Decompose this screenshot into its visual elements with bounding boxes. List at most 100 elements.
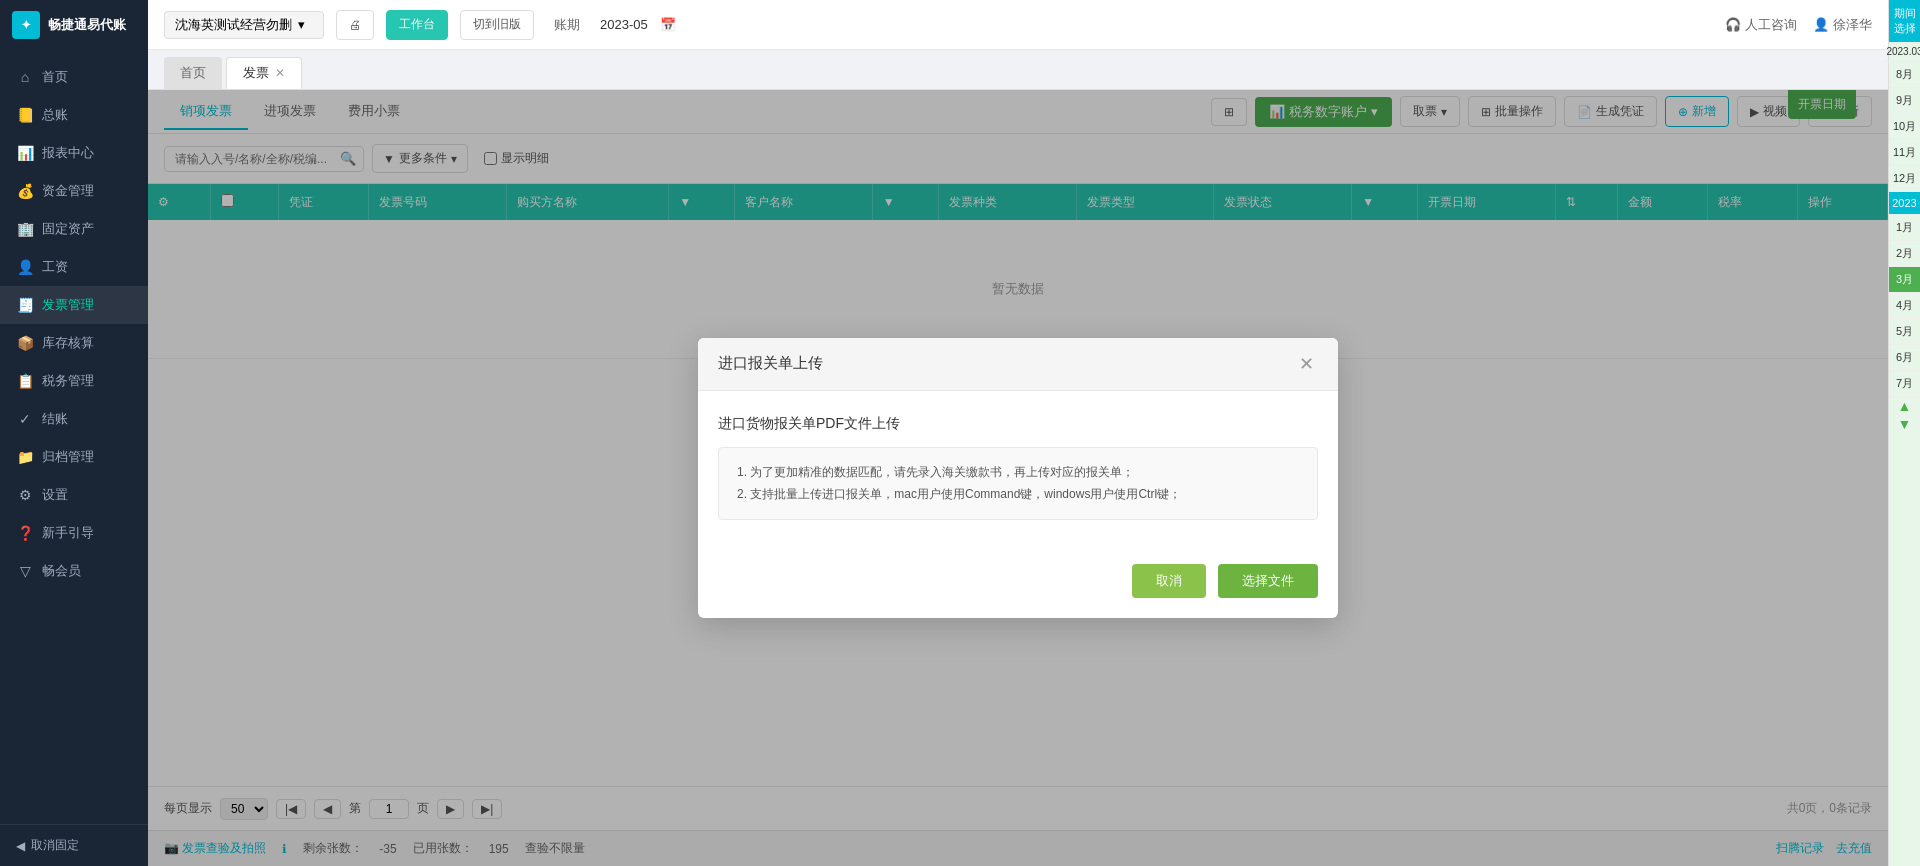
- settings-icon: ⚙: [16, 486, 34, 504]
- sidebar-item-label: 工资: [42, 258, 68, 276]
- period-month-1[interactable]: 9月: [1889, 88, 1920, 114]
- period-month-10[interactable]: 5月: [1889, 319, 1920, 345]
- period-month-3[interactable]: 11月: [1889, 140, 1920, 166]
- reports-icon: 📊: [16, 144, 34, 162]
- sidebar-item-settings[interactable]: ⚙ 设置: [0, 476, 148, 514]
- modal-dialog: 进口报关单上传 ✕ 进口货物报关单PDF文件上传 1. 为了更加精准的数据匹配，…: [698, 338, 1338, 618]
- sidebar-logo: ✦ 畅捷通易代账: [0, 0, 148, 50]
- tabbar: 首页 发票 ✕: [148, 50, 1888, 90]
- ledger-icon: 📒: [16, 106, 34, 124]
- period-selector-label[interactable]: 期间选择: [1889, 0, 1920, 42]
- sidebar-item-label: 畅会员: [42, 562, 81, 580]
- user-profile[interactable]: 👤 徐泽华: [1813, 16, 1872, 34]
- sidebar-item-label: 总账: [42, 106, 68, 124]
- sidebar-item-home[interactable]: ⌂ 首页: [0, 58, 148, 96]
- tab-home[interactable]: 首页: [164, 57, 222, 89]
- modal-info-box: 1. 为了更加精准的数据匹配，请先录入海关缴款书，再上传对应的报关单； 2. 支…: [718, 447, 1318, 520]
- sidebar-item-label: 结账: [42, 410, 68, 428]
- period-up-btn[interactable]: ▲: [1891, 397, 1919, 415]
- sidebar-item-inventory[interactable]: 📦 库存核算: [0, 324, 148, 362]
- sidebar-item-label: 库存核算: [42, 334, 94, 352]
- salary-icon: 👤: [16, 258, 34, 276]
- sidebar-item-label: 首页: [42, 68, 68, 86]
- modal-body: 进口货物报关单PDF文件上传 1. 为了更加精准的数据匹配，请先录入海关缴款书，…: [698, 391, 1338, 564]
- sidebar-item-archive[interactable]: 📁 归档管理: [0, 438, 148, 476]
- guide-icon: ❓: [16, 524, 34, 542]
- sidebar-item-tax[interactable]: 📋 税务管理: [0, 362, 148, 400]
- period-month-12[interactable]: 7月: [1889, 371, 1920, 397]
- modal-close-btn[interactable]: ✕: [1294, 352, 1318, 376]
- settle-icon: ✓: [16, 410, 34, 428]
- sidebar-item-label: 资金管理: [42, 182, 94, 200]
- calendar-icon[interactable]: 📅: [660, 17, 676, 32]
- period-month-2[interactable]: 10月: [1889, 114, 1920, 140]
- sidebar-item-label: 发票管理: [42, 296, 94, 314]
- inventory-icon: 📦: [16, 334, 34, 352]
- modal-title: 进口报关单上传: [718, 354, 823, 373]
- sidebar-item-salary[interactable]: 👤 工资: [0, 248, 148, 286]
- sidebar-item-invoice[interactable]: 🧾 发票管理: [0, 286, 148, 324]
- logo-text: 畅捷通易代账: [48, 16, 126, 34]
- topbar: 沈海英测试经营勿删 ▾ 🖨 工作台 切到旧版 账期 2023-05 📅 🎧 人工…: [148, 0, 1888, 50]
- modal-overlay[interactable]: 进口报关单上传 ✕ 进口货物报关单PDF文件上传 1. 为了更加精准的数据匹配，…: [148, 90, 1888, 866]
- invoice-icon: 🧾: [16, 296, 34, 314]
- right-panel: 期间选择 2023.03 8月9月10月11月12月20231月2月3月4月5月…: [1888, 0, 1920, 866]
- period-month-11[interactable]: 6月: [1889, 345, 1920, 371]
- modal-header: 进口报关单上传 ✕: [698, 338, 1338, 391]
- sidebar-item-label: 税务管理: [42, 372, 94, 390]
- modal-select-file-btn[interactable]: 选择文件: [1218, 564, 1318, 598]
- tab-home-label: 首页: [180, 64, 206, 82]
- period-label: 账期: [554, 16, 580, 34]
- headset-icon: 🎧: [1725, 17, 1741, 32]
- tax-icon: 📋: [16, 372, 34, 390]
- chevron-down-icon: ▾: [298, 17, 305, 32]
- home-icon: ⌂: [16, 68, 34, 86]
- topbar-right: 🎧 人工咨询 👤 徐泽华: [1725, 16, 1872, 34]
- period-month-9[interactable]: 4月: [1889, 293, 1920, 319]
- sidebar-item-ledger[interactable]: 📒 总账: [0, 96, 148, 134]
- period-month-6[interactable]: 1月: [1889, 215, 1920, 241]
- sidebar-item-label: 设置: [42, 486, 68, 504]
- modal-section-title: 进口货物报关单PDF文件上传: [718, 415, 1318, 433]
- sidebar-item-member[interactable]: ▽ 畅会员: [0, 552, 148, 590]
- sidebar-footer-label: 取消固定: [31, 837, 79, 854]
- modal-info-item-1: 1. 为了更加精准的数据匹配，请先录入海关缴款书，再上传对应的报关单；: [737, 462, 1299, 484]
- sidebar-item-label: 报表中心: [42, 144, 94, 162]
- period-value: 2023-05: [600, 17, 648, 32]
- sidebar-item-label: 固定资产: [42, 220, 94, 238]
- sidebar: ✦ 畅捷通易代账 ⌂ 首页 📒 总账 📊 报表中心 💰资金管理🏢固定资产 👤 工资 🧾 发票管理 📦 库…: [0, 0, 148, 866]
- workspace-btn[interactable]: 工作台: [386, 10, 448, 40]
- period-month-7[interactable]: 2月: [1889, 241, 1920, 267]
- pin-icon: ◀: [16, 839, 25, 853]
- sidebar-item-assets[interactable]: 🏢固定资产: [0, 210, 148, 248]
- tab-invoice[interactable]: 发票 ✕: [226, 57, 302, 89]
- period-month-0[interactable]: 8月: [1889, 62, 1920, 88]
- print-btn[interactable]: 🖨: [336, 10, 374, 40]
- archive-icon: 📁: [16, 448, 34, 466]
- sidebar-item-guide[interactable]: ❓ 新手引导: [0, 514, 148, 552]
- modal-footer: 取消 选择文件: [698, 564, 1338, 618]
- sidebar-footer-item[interactable]: ◀ 取消固定: [0, 824, 148, 866]
- sidebar-item-reports[interactable]: 📊 报表中心: [0, 134, 148, 172]
- switch-version-btn[interactable]: 切到旧版: [460, 10, 534, 40]
- sidebar-item-label: 新手引导: [42, 524, 94, 542]
- year-label-1: 2023.03: [1884, 42, 1920, 62]
- help-btn[interactable]: 🎧 人工咨询: [1725, 16, 1797, 34]
- modal-cancel-btn[interactable]: 取消: [1132, 564, 1206, 598]
- period-month-4[interactable]: 12月: [1889, 166, 1920, 192]
- sidebar-nav: ⌂ 首页 📒 总账 📊 报表中心 💰资金管理🏢固定资产 👤 工资 🧾 发票管理 📦 库存核算 📋 税务管理 ✓…: [0, 50, 148, 824]
- company-name: 沈海英测试经营勿删: [175, 16, 292, 34]
- period-down-btn[interactable]: ▼: [1891, 415, 1919, 433]
- company-selector[interactable]: 沈海英测试经营勿删 ▾: [164, 11, 324, 39]
- tab-invoice-label: 发票: [243, 64, 269, 82]
- period-month-5[interactable]: 2023: [1889, 192, 1920, 215]
- user-icon: 👤: [1813, 17, 1829, 32]
- tab-invoice-close[interactable]: ✕: [275, 66, 285, 80]
- logo-icon: ✦: [12, 11, 40, 39]
- sidebar-item-settle[interactable]: ✓ 结账: [0, 400, 148, 438]
- sidebar-item-funds[interactable]: 💰资金管理: [0, 172, 148, 210]
- period-month-8[interactable]: 3月: [1889, 267, 1920, 293]
- member-icon: ▽: [16, 562, 34, 580]
- sidebar-item-label: 归档管理: [42, 448, 94, 466]
- period-nav: ▲ ▼: [1889, 397, 1920, 433]
